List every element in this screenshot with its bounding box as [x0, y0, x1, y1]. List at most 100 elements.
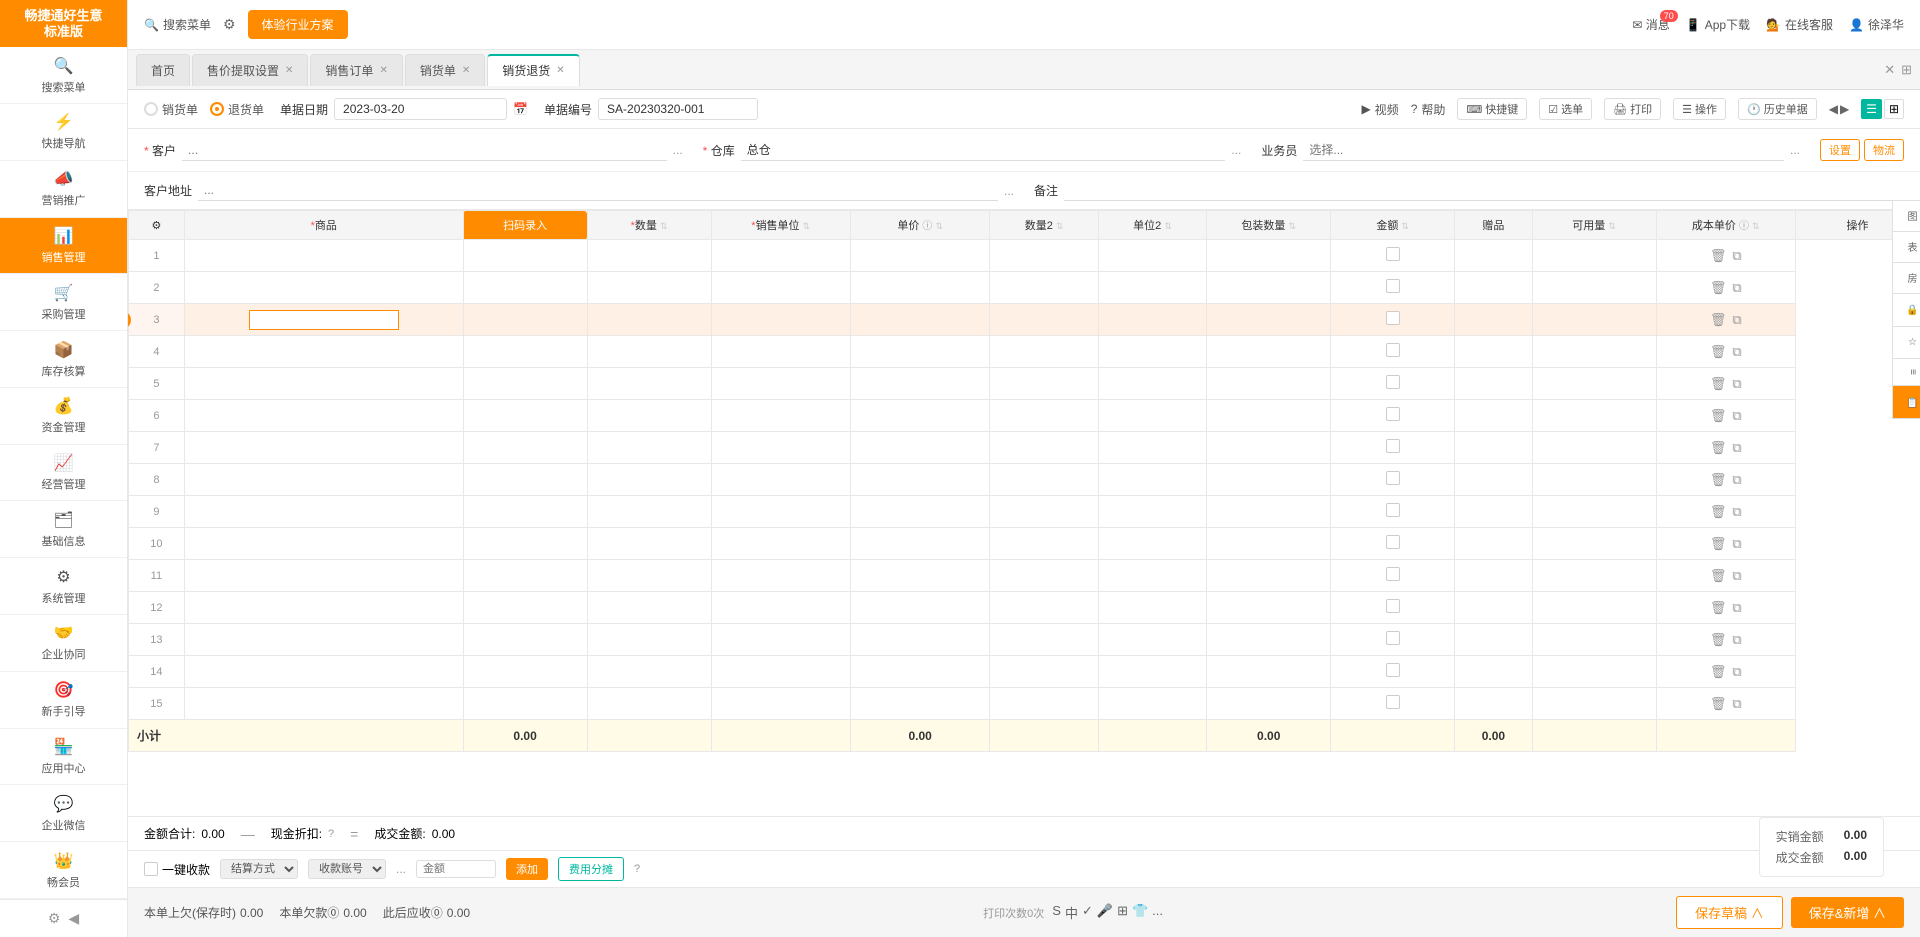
msg-btn[interactable]: ✉ 消息 70	[1632, 16, 1669, 33]
account-select[interactable]: 收款账号	[308, 859, 386, 879]
add-row-btn[interactable]: +	[128, 311, 131, 329]
gift-cell-15[interactable]	[1331, 688, 1455, 720]
calc-method-select[interactable]: 结算方式	[220, 859, 298, 879]
gift-cell-8[interactable]	[1331, 464, 1455, 496]
add-payment-btn[interactable]: 添加	[506, 858, 548, 880]
col-scan-btn[interactable]: 扫码录入	[463, 211, 587, 240]
unit2-cell-12[interactable]	[990, 592, 1098, 624]
available-cell-14[interactable]	[1455, 656, 1532, 688]
toolbar-icon-2[interactable]: 中	[1065, 903, 1078, 922]
goods-cell-12[interactable]	[184, 592, 463, 624]
available-cell-10[interactable]	[1455, 528, 1532, 560]
delete-icon-11[interactable]: 🗑	[1710, 568, 1727, 584]
tab-close-all[interactable]: ✕	[1884, 62, 1895, 78]
amount-cell-14[interactable]	[1207, 656, 1331, 688]
qty-cell-11[interactable]	[463, 560, 587, 592]
unit-cell-4[interactable]	[587, 336, 711, 368]
price-cell-4[interactable]	[711, 336, 850, 368]
tab-sales-return-close[interactable]: ✕	[556, 65, 564, 76]
available-cell-6[interactable]	[1455, 400, 1532, 432]
qty2-cell-11[interactable]	[850, 560, 989, 592]
help-btn[interactable]: ? 帮助	[1411, 101, 1446, 118]
tab-menu[interactable]: ⊞	[1901, 62, 1912, 78]
available-cell-13[interactable]	[1455, 624, 1532, 656]
price-cell-1[interactable]	[711, 240, 850, 272]
gift-cell-1[interactable]	[1331, 240, 1455, 272]
qty-cell-12[interactable]	[463, 592, 587, 624]
amount-cell-6[interactable]	[1207, 400, 1331, 432]
staff-dots[interactable]: ...	[1790, 143, 1800, 157]
amount-cell-8[interactable]	[1207, 464, 1331, 496]
cost-cell-3[interactable]	[1532, 304, 1656, 336]
copy-icon-7[interactable]: ⧉	[1732, 440, 1741, 456]
delete-icon-6[interactable]: 🗑	[1710, 408, 1727, 424]
unit2-cell-13[interactable]	[990, 624, 1098, 656]
pack-cell-6[interactable]	[1098, 400, 1206, 432]
amount-cell-15[interactable]	[1207, 688, 1331, 720]
copy-icon-13[interactable]: ⧉	[1732, 632, 1741, 648]
rs-btn-2[interactable]: 表	[1892, 231, 1920, 262]
qty-cell-13[interactable]	[463, 624, 587, 656]
sidebar-item-marketing[interactable]: 📣 营销推广	[0, 161, 127, 218]
amount-cell-10[interactable]	[1207, 528, 1331, 560]
copy-icon-11[interactable]: ⧉	[1732, 568, 1741, 584]
available-cell-3[interactable]	[1455, 304, 1532, 336]
sidebar-item-quick[interactable]: ⚡ 快捷导航	[0, 104, 127, 161]
next-doc-btn[interactable]: ▶	[1840, 102, 1849, 116]
delete-icon-2[interactable]: 🗑	[1710, 280, 1727, 296]
unit2-cell-10[interactable]	[990, 528, 1098, 560]
price-cell-3[interactable]	[711, 304, 850, 336]
unit2-cell-6[interactable]	[990, 400, 1098, 432]
cost-cell-7[interactable]	[1532, 432, 1656, 464]
gift-cell-6[interactable]	[1331, 400, 1455, 432]
qty-cell-3[interactable]	[463, 304, 587, 336]
cost-cell-8[interactable]	[1532, 464, 1656, 496]
unit2-cell-2[interactable]	[990, 272, 1098, 304]
sidebar-item-member[interactable]: 👑 畅会员	[0, 842, 127, 899]
pack-cell-12[interactable]	[1098, 592, 1206, 624]
qty2-cell-10[interactable]	[850, 528, 989, 560]
tab-price-extract[interactable]: 售价提取设置 ✕	[192, 54, 308, 86]
sidebar-settings-icon[interactable]: ⚙	[48, 910, 61, 927]
list-view-btn[interactable]: ☰	[1861, 99, 1882, 119]
amount-cell-5[interactable]	[1207, 368, 1331, 400]
pack-cell-5[interactable]	[1098, 368, 1206, 400]
warehouse-dots[interactable]: ...	[1231, 143, 1241, 157]
available-cell-7[interactable]	[1455, 432, 1532, 464]
account-dots[interactable]: ...	[396, 862, 406, 876]
gift-cell-5[interactable]	[1331, 368, 1455, 400]
address-input[interactable]	[198, 180, 998, 201]
goods-cell-14[interactable]	[184, 656, 463, 688]
qty2-cell-14[interactable]	[850, 656, 989, 688]
print-btn[interactable]: 🖨 打印	[1604, 98, 1661, 120]
unit2-cell-15[interactable]	[990, 688, 1098, 720]
goods-cell-13[interactable]	[184, 624, 463, 656]
logistics-btn[interactable]: 物流	[1864, 139, 1904, 161]
sidebar-item-system[interactable]: ⚙ 系统管理	[0, 558, 127, 615]
tab-sales-order-close[interactable]: ✕	[379, 65, 387, 76]
sidebar-item-purchase[interactable]: 🛒 采购管理	[0, 274, 127, 331]
copy-icon-2[interactable]: ⧉	[1732, 280, 1741, 296]
pack-cell-11[interactable]	[1098, 560, 1206, 592]
available-cell-4[interactable]	[1455, 336, 1532, 368]
pack-cell-8[interactable]	[1098, 464, 1206, 496]
copy-icon-4[interactable]: ⧉	[1732, 344, 1741, 360]
sidebar-item-basic[interactable]: 🗂 基础信息	[0, 501, 127, 558]
available-cell-11[interactable]	[1455, 560, 1532, 592]
pack-cell-2[interactable]	[1098, 272, 1206, 304]
goods-cell-8[interactable]	[184, 464, 463, 496]
user-menu[interactable]: 👤 徐泽华	[1849, 16, 1904, 33]
select-btn[interactable]: ☑ 选单	[1539, 98, 1592, 120]
history-btn[interactable]: 🕐 历史单据	[1738, 98, 1817, 120]
tab-home[interactable]: 首页	[136, 54, 190, 86]
col-settings[interactable]: ⚙	[129, 211, 185, 240]
sidebar-item-guide[interactable]: 🎯 新手引导	[0, 672, 127, 729]
tab-sales-delivery[interactable]: 销货单 ✕	[405, 54, 485, 86]
qty-cell-10[interactable]	[463, 528, 587, 560]
goods-cell-1[interactable]	[184, 240, 463, 272]
sidebar-collapse-icon[interactable]: ◀	[68, 910, 79, 927]
code-input[interactable]	[598, 98, 758, 120]
amount-cell-4[interactable]	[1207, 336, 1331, 368]
qty2-cell-9[interactable]	[850, 496, 989, 528]
save-draft-btn[interactable]: 保存草稿 ∧	[1676, 896, 1783, 929]
